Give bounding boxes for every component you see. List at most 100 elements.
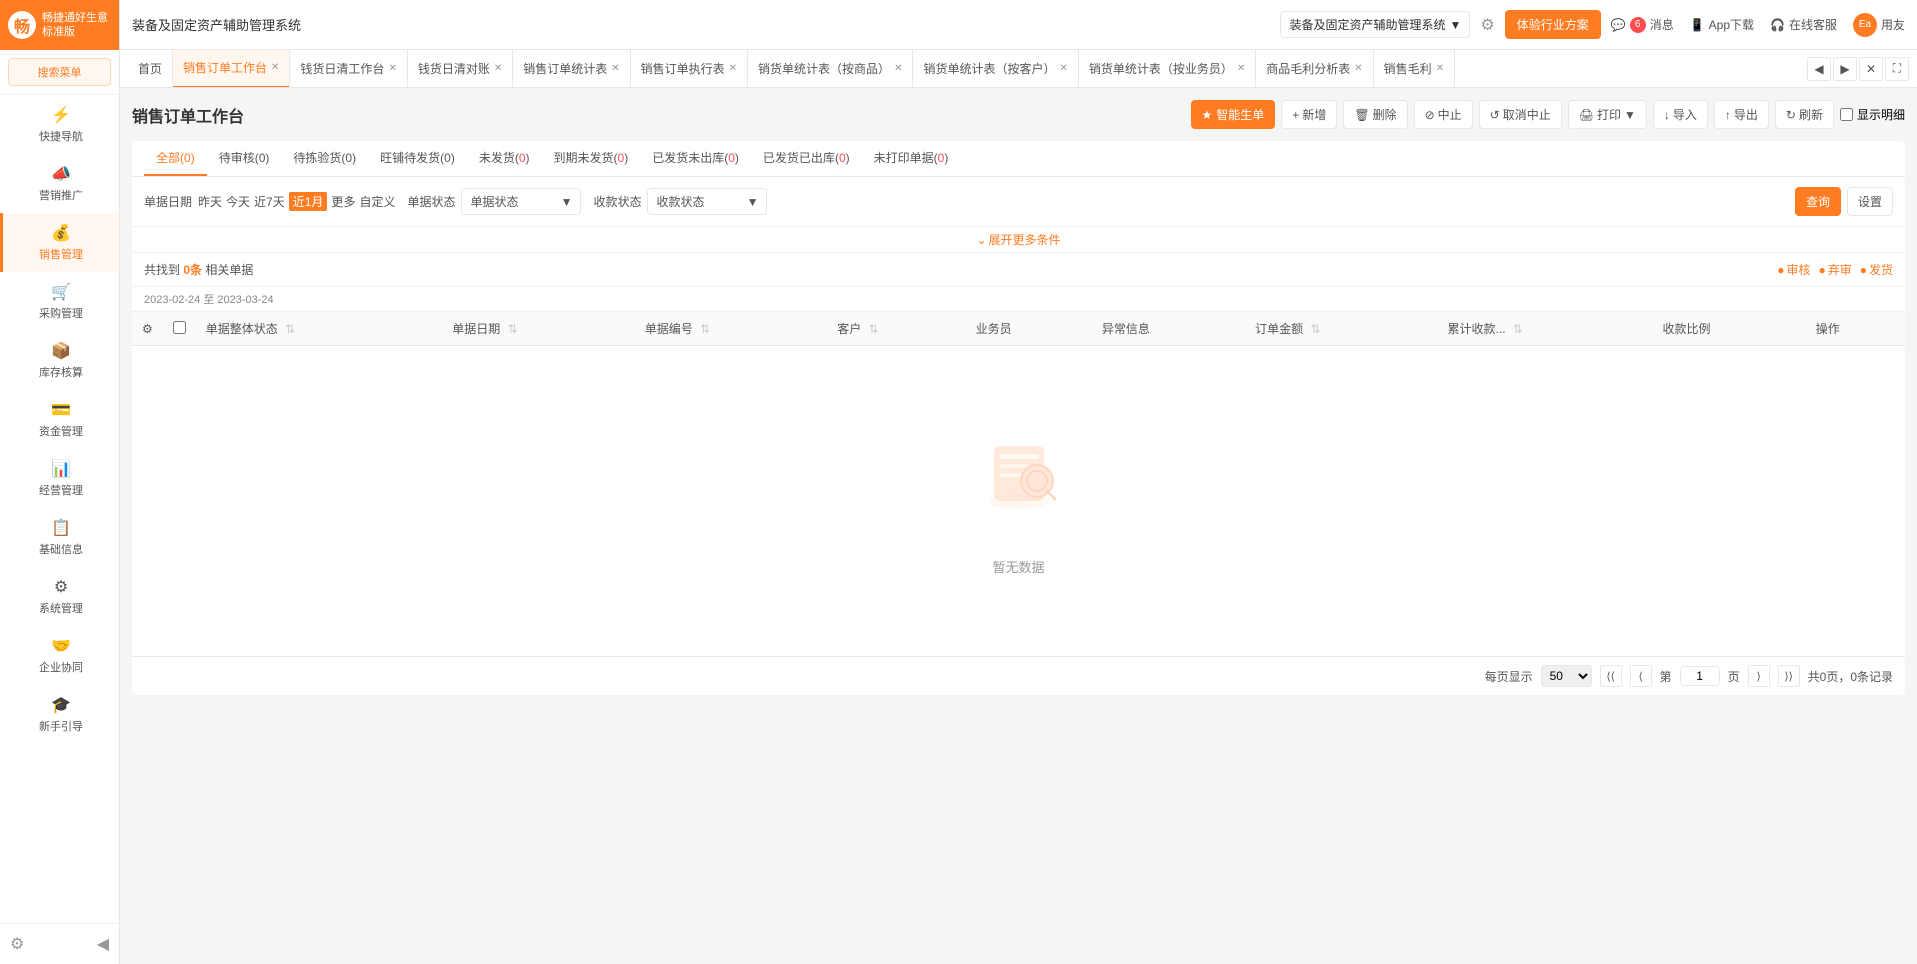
sidebar-item-label: 资金管理 bbox=[39, 423, 83, 439]
tab-sales-order[interactable]: 销售订单工作台 ✕ bbox=[173, 50, 290, 88]
tab-close-icon[interactable]: ✕ bbox=[1354, 63, 1362, 74]
show-detail-checkbox[interactable] bbox=[1840, 108, 1853, 121]
cancel-review-button[interactable]: ● 弃审 bbox=[1818, 261, 1851, 278]
topbar-settings-icon[interactable]: ⚙ bbox=[1480, 15, 1494, 35]
user-area[interactable]: Ea 用友 bbox=[1853, 13, 1905, 37]
review-button[interactable]: ● 审核 bbox=[1777, 261, 1810, 278]
tab-daily-reconcile[interactable]: 钱货日清对账 ✕ bbox=[408, 50, 513, 88]
show-detail-toggle[interactable]: 显示明细 bbox=[1840, 106, 1905, 123]
next-page-button[interactable]: ⟩ bbox=[1748, 665, 1770, 687]
tab-sales-exec[interactable]: 销售订单执行表 ✕ bbox=[631, 50, 748, 88]
tab-close-icon[interactable]: ✕ bbox=[729, 63, 737, 74]
table-scroll[interactable]: ⚙ 单据整体状态 ⇅ 单据日期 ⇅ 单据编号 bbox=[132, 312, 1905, 656]
ship-button[interactable]: ● 发货 bbox=[1860, 261, 1893, 278]
payment-select[interactable]: 收款状态 ▼ bbox=[647, 188, 767, 215]
subtab-pending-review[interactable]: 待审核(0) bbox=[207, 141, 282, 176]
stop-button[interactable]: ⊘ 中止 bbox=[1414, 100, 1473, 129]
sidebar-settings-icon[interactable]: ⚙ bbox=[10, 934, 24, 954]
tab-fullscreen-button[interactable]: ⛶ bbox=[1885, 57, 1909, 81]
sidebar-item-basic-info[interactable]: 📋 基础信息 bbox=[0, 508, 119, 567]
tab-close-icon[interactable]: ✕ bbox=[1237, 63, 1245, 74]
tab-close-icon[interactable]: ✕ bbox=[611, 63, 619, 74]
sidebar-item-quick-nav[interactable]: ⚡ 快捷导航 bbox=[0, 95, 119, 154]
date-opt-more[interactable]: 更多 bbox=[331, 193, 355, 210]
service-icon: 🎧 bbox=[1770, 18, 1785, 32]
quick-nav-icon: ⚡ bbox=[51, 105, 71, 125]
sidebar-item-guide[interactable]: 🎓 新手引导 bbox=[0, 685, 119, 744]
solution-button[interactable]: 体验行业方案 bbox=[1505, 10, 1601, 39]
sidebar-item-purchase[interactable]: 🛒 采购管理 bbox=[0, 272, 119, 331]
subtab-pending-pick[interactable]: 待拣验货(0) bbox=[281, 141, 368, 176]
tab-sales-margin[interactable]: 销售毛利 ✕ bbox=[1374, 50, 1455, 88]
prev-page-button[interactable]: ⟨ bbox=[1630, 665, 1652, 687]
tab-close-icon[interactable]: ✕ bbox=[1436, 63, 1444, 74]
search-menu-button[interactable]: 搜索菜单 bbox=[8, 58, 111, 86]
expand-filter-button[interactable]: ⌄ 展开更多条件 bbox=[976, 231, 1060, 248]
sidebar-item-label: 企业协同 bbox=[39, 659, 83, 675]
delete-button[interactable]: 🗑 删除 bbox=[1343, 100, 1407, 129]
sidebar-item-management[interactable]: 📊 经营管理 bbox=[0, 449, 119, 508]
first-page-button[interactable]: ⟨⟨ bbox=[1600, 665, 1622, 687]
tab-gross-profit[interactable]: 商品毛利分析表 ✕ bbox=[1256, 50, 1373, 88]
empty-icon bbox=[969, 426, 1069, 545]
tab-close-icon[interactable]: ✕ bbox=[388, 63, 396, 74]
query-button[interactable]: 查询 bbox=[1795, 187, 1841, 216]
tab-daily-cash[interactable]: 钱货日清工作台 ✕ bbox=[290, 50, 407, 88]
tab-sales-customer[interactable]: 销货单统计表（按客户） ✕ bbox=[913, 50, 1078, 88]
app-download[interactable]: 📱 App下载 bbox=[1690, 16, 1754, 33]
page-number-input[interactable] bbox=[1680, 666, 1720, 686]
date-opt-custom[interactable]: 自定义 bbox=[359, 193, 395, 210]
print-button[interactable]: 🖨 打印 ▼ bbox=[1568, 100, 1647, 129]
tab-label: 钱货日清工作台 bbox=[300, 60, 384, 77]
col-checkbox[interactable] bbox=[163, 312, 196, 346]
page-size-label: 每页显示 bbox=[1485, 668, 1533, 685]
select-all-checkbox[interactable] bbox=[173, 321, 186, 334]
tab-sales-stats[interactable]: 销售订单统计表 ✕ bbox=[513, 50, 630, 88]
subtab-all[interactable]: 全部(0) bbox=[144, 141, 207, 176]
status-select[interactable]: 单据状态 ▼ bbox=[461, 188, 581, 215]
smart-create-button[interactable]: ★ 智能生单 bbox=[1191, 100, 1276, 129]
subtab-unshipped[interactable]: 未发货(0) bbox=[467, 141, 542, 176]
message-area[interactable]: 💬 6 消息 bbox=[1611, 16, 1674, 33]
import-button[interactable]: ↓ 导入 bbox=[1653, 100, 1708, 129]
settings-button[interactable]: 设置 bbox=[1847, 187, 1893, 216]
tab-close-icon[interactable]: ✕ bbox=[494, 63, 502, 74]
sidebar-item-marketing[interactable]: 📣 营销推广 bbox=[0, 154, 119, 213]
tab-next-button[interactable]: ▶ bbox=[1833, 57, 1857, 81]
tab-sales-product[interactable]: 销货单统计表（按商品） ✕ bbox=[748, 50, 913, 88]
export-button[interactable]: ↑ 导出 bbox=[1714, 100, 1769, 129]
sidebar-search[interactable]: 搜索菜单 bbox=[0, 50, 119, 95]
subtab-shipped-not-out[interactable]: 已发货未出库(0) bbox=[640, 141, 751, 176]
last-page-button[interactable]: ⟩⟩ bbox=[1778, 665, 1800, 687]
finance-icon: 💳 bbox=[51, 400, 71, 420]
tab-home[interactable]: 首页 bbox=[128, 50, 173, 88]
online-service[interactable]: 🎧 在线客服 bbox=[1770, 16, 1837, 33]
col-operation: 操作 bbox=[1806, 312, 1905, 346]
date-opt-today[interactable]: 今天 bbox=[226, 193, 250, 210]
tab-sales-staff[interactable]: 销货单统计表（按业务员） ✕ bbox=[1079, 50, 1256, 88]
sidebar-item-sales[interactable]: 💰 销售管理 bbox=[0, 213, 119, 272]
tab-close-icon[interactable]: ✕ bbox=[271, 62, 279, 73]
subtab-shipped-out[interactable]: 已发货已出库(0) bbox=[751, 141, 862, 176]
subtab-unprinted[interactable]: 未打印单据(0) bbox=[862, 141, 961, 176]
date-opt-yesterday[interactable]: 昨天 bbox=[198, 193, 222, 210]
sidebar-collapse-icon[interactable]: ◀ bbox=[97, 934, 109, 954]
tab-close-icon[interactable]: ✕ bbox=[894, 63, 902, 74]
sidebar-item-system[interactable]: ⚙ 系统管理 bbox=[0, 567, 119, 626]
tab-close-all-button[interactable]: ✕ bbox=[1859, 57, 1883, 81]
subtab-overdue-unshipped[interactable]: 到期未发货(0) bbox=[542, 141, 641, 176]
refresh-button[interactable]: ↻ 刷新 bbox=[1775, 100, 1834, 129]
col-settings[interactable]: ⚙ bbox=[132, 312, 163, 346]
add-button[interactable]: + 新增 bbox=[1281, 100, 1337, 129]
subtab-wangpu[interactable]: 旺铺待发货(0) bbox=[368, 141, 467, 176]
sidebar-item-finance[interactable]: 💳 资金管理 bbox=[0, 390, 119, 449]
page-size-select[interactable]: 50 100 200 bbox=[1541, 665, 1592, 687]
sidebar-item-inventory[interactable]: 📦 库存核算 bbox=[0, 331, 119, 390]
system-dropdown[interactable]: 装备及固定资产辅助管理系统 ▼ bbox=[1280, 11, 1470, 38]
tab-close-icon[interactable]: ✕ bbox=[1059, 63, 1067, 74]
date-opt-7days[interactable]: 近7天 bbox=[254, 193, 285, 210]
date-opt-1month[interactable]: 近1月 bbox=[289, 192, 328, 211]
cancel-stop-button[interactable]: ↺ 取消中止 bbox=[1479, 100, 1562, 129]
sidebar-item-enterprise[interactable]: 🤝 企业协同 bbox=[0, 626, 119, 685]
tab-prev-button[interactable]: ◀ bbox=[1807, 57, 1831, 81]
